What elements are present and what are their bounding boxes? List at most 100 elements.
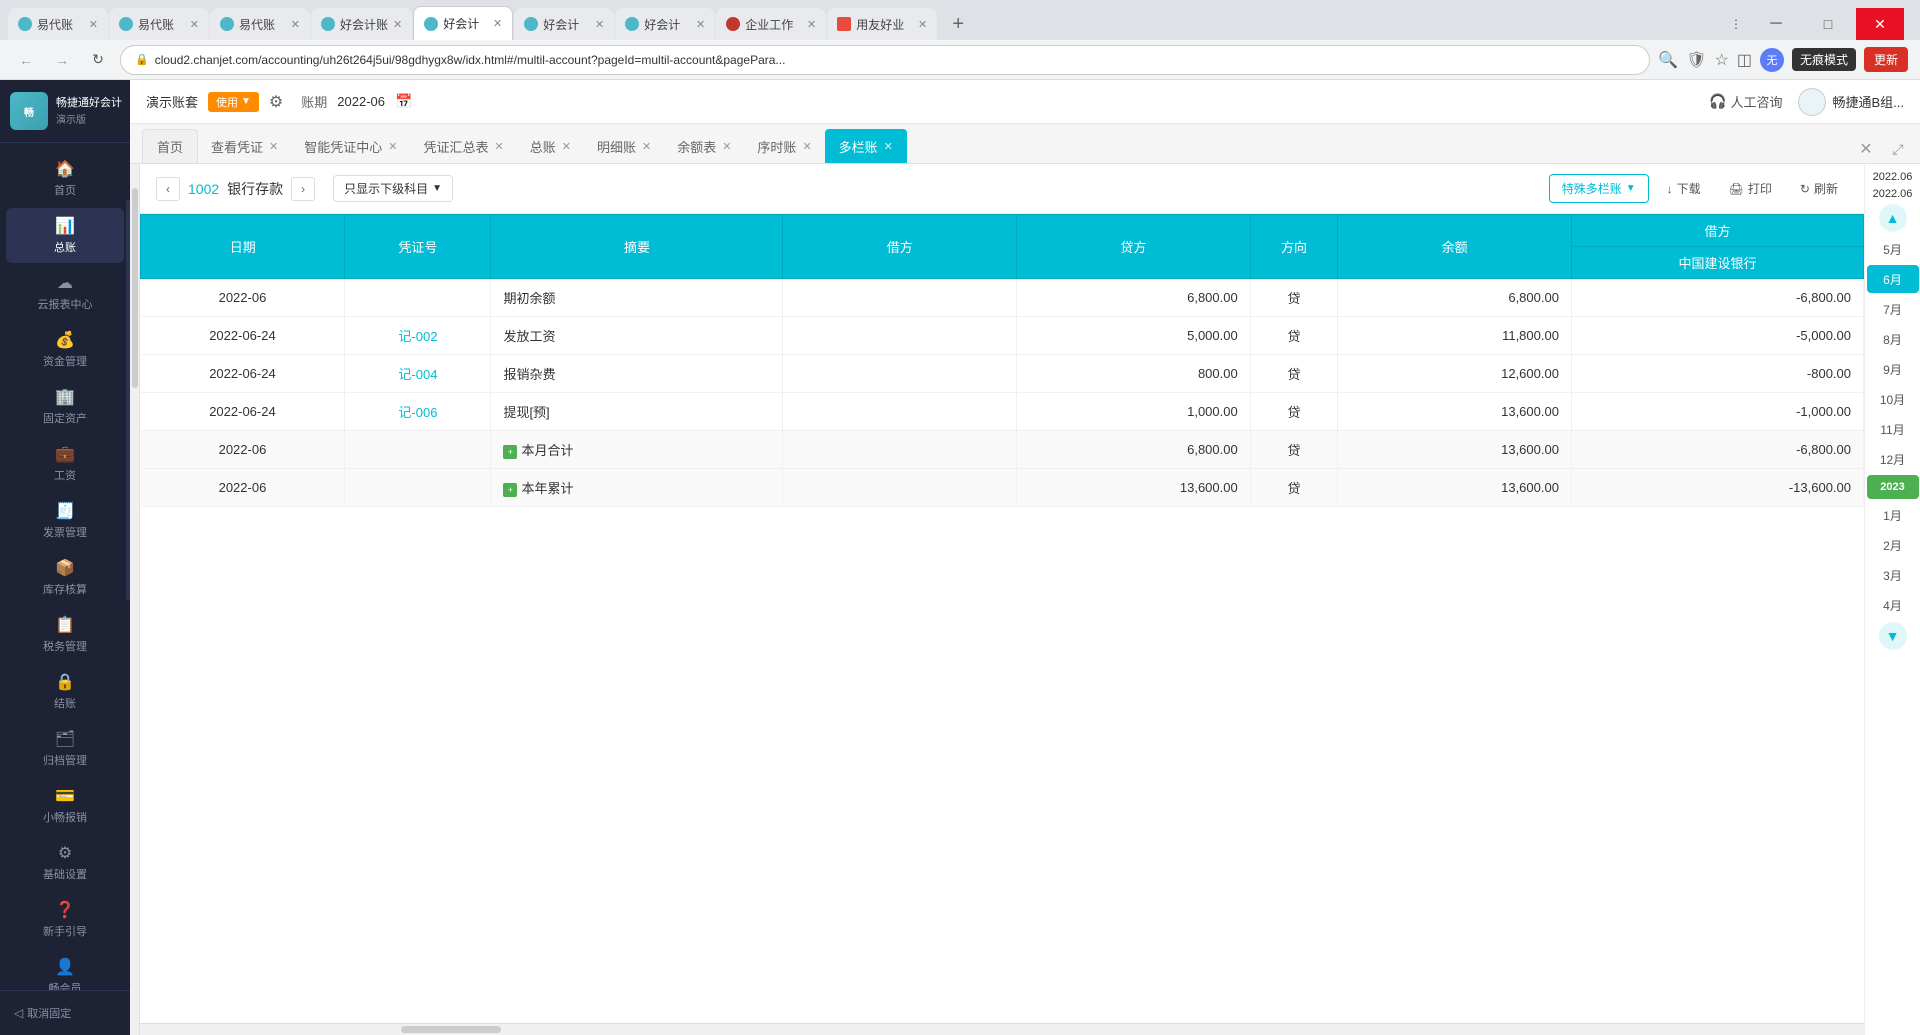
multi-col-button[interactable]: 特殊多栏账 ▼ [1549,174,1649,203]
tab-close-1[interactable]: ✕ [89,18,98,31]
sidebar-item-assets[interactable]: 🏢 固定资产 [6,379,124,434]
star-icon[interactable]: ☆ [1715,50,1729,70]
browser-tab-5[interactable]: 好会计 ✕ [413,6,513,40]
tab-close-4[interactable]: ✕ [393,18,402,31]
sidebar-item-close[interactable]: 🔒 结账 [6,664,124,719]
browser-tab-2[interactable]: 易代账 ✕ [109,8,209,40]
cell-voucher-2[interactable]: 记-004 [345,355,491,393]
sidebar-item-settings[interactable]: ⚙ 基础设置 [6,835,124,890]
tab-detail-ledger[interactable]: 明细账 ✕ [584,129,664,163]
month-nav-item-2023-1[interactable]: 1月 [1867,501,1919,529]
browser-tab-3[interactable]: 易代账 ✕ [210,8,310,40]
sidebar-item-expense[interactable]: 💳 小畅报销 [6,778,124,833]
horizontal-scrollbar[interactable] [140,1023,1864,1035]
tab-close-2[interactable]: ✕ [190,18,199,31]
tab-close-7[interactable]: ✕ [696,18,705,31]
tab-list-button[interactable]: ⋮ [1724,12,1748,36]
print-button[interactable]: 🖨 打印 [1719,175,1782,202]
sidebar-toggle-icon[interactable]: ◫ [1737,50,1752,70]
tab-home[interactable]: 首页 [142,129,198,163]
back-button[interactable]: ← [12,46,40,74]
browser-tab-7[interactable]: 好会计 ✕ [615,8,715,40]
month-nav-item-6[interactable]: 6月 [1867,265,1919,293]
month-nav-item-12[interactable]: 12月 [1867,445,1919,473]
sidebar-item-salary[interactable]: 💼 工资 [6,436,124,491]
filter-dropdown[interactable]: 只显示下级科目 ▼ [333,175,453,202]
search-icon[interactable]: 🔍 [1658,50,1678,70]
month-nav-item-2023-4[interactable]: 4月 [1867,591,1919,619]
month-nav-item-7[interactable]: 7月 [1867,295,1919,323]
month-nav-item-5[interactable]: 5月 [1867,235,1919,263]
tab-close-balance-sheet[interactable]: ✕ [722,140,731,153]
tab-close-view-voucher[interactable]: ✕ [269,140,278,153]
tab-journal[interactable]: 序时账 ✕ [744,129,824,163]
refresh-button[interactable]: ↻ [84,46,112,74]
sidebar-item-member[interactable]: 👤 畅会员 [6,949,124,990]
sidebar-item-reports[interactable]: ☁ 云报表中心 [6,265,124,320]
unfix-button[interactable]: ◁ 取消固定 [8,999,122,1027]
year-2023-badge[interactable]: 2023 [1867,475,1919,499]
update-button[interactable]: 更新 [1864,47,1908,72]
new-tab-button[interactable]: + [942,8,974,40]
sidebar-item-invoice[interactable]: 🧾 发票管理 [6,493,124,548]
tab-close-8[interactable]: ✕ [807,18,816,31]
tab-area-resize-icon[interactable]: ⤢ [1884,135,1912,163]
tab-close-general-ledger[interactable]: ✕ [562,140,571,153]
sidebar-item-tax[interactable]: 📋 税务管理 [6,607,124,662]
tab-general-ledger[interactable]: 总账 ✕ [517,129,584,163]
sidebar-item-inventory[interactable]: 📦 库存核算 [6,550,124,605]
url-input[interactable]: 🔒 cloud2.chanjet.com/accounting/uh26t264… [120,45,1650,75]
tab-area-close-icon[interactable]: ✕ [1852,135,1880,163]
tab-close-6[interactable]: ✕ [595,18,604,31]
tab-close-voucher-summary[interactable]: ✕ [495,140,504,153]
tab-close-9[interactable]: ✕ [918,18,927,31]
tab-close-3[interactable]: ✕ [291,18,300,31]
tab-close-5[interactable]: ✕ [493,17,502,30]
consult-button[interactable]: 🎧 人工咨询 [1709,92,1782,111]
tab-smart-voucher[interactable]: 智能凭证中心 ✕ [291,129,410,163]
tab-voucher-summary[interactable]: 凭证汇总表 ✕ [410,129,516,163]
month-nav-item-9[interactable]: 9月 [1867,355,1919,383]
month-nav-item-2023-2[interactable]: 2月 [1867,531,1919,559]
browser-tab-9[interactable]: 用友好业 ✕ [827,8,937,40]
download-button[interactable]: ↓ 下载 [1657,175,1711,202]
maximize-button[interactable]: □ [1804,8,1852,40]
close-window-button[interactable]: ✕ [1856,8,1904,40]
browser-tab-4[interactable]: 好会计账 ✕ [311,8,412,40]
no-trace-button[interactable]: 无痕模式 [1792,48,1856,71]
sidebar-item-home[interactable]: 🏠 首页 [6,151,124,206]
top-settings-icon[interactable]: ⚙ [269,92,283,112]
profile-icon[interactable]: 无 [1760,48,1784,72]
tab-view-voucher[interactable]: 查看凭证 ✕ [198,129,291,163]
demo-badge[interactable]: 使用 ▼ [208,92,259,112]
scroll-up-button[interactable]: ▲ [1879,204,1907,232]
sidebar-item-guide[interactable]: ❓ 新手引导 [6,892,124,947]
shield-icon[interactable]: 🛡 [1686,50,1706,70]
sidebar-item-archive[interactable]: 🗂 归档管理 [6,721,124,776]
calendar-icon[interactable]: 📅 [395,93,412,110]
cell-voucher-1[interactable]: 记-002 [345,317,491,355]
tab-close-journal[interactable]: ✕ [802,140,811,153]
sidebar-item-funds[interactable]: 💰 资金管理 [6,322,124,377]
sidebar-item-ledger[interactable]: 📊 总账 [6,208,124,263]
left-scrollbar[interactable] [130,164,140,1035]
scroll-down-button[interactable]: ▼ [1879,622,1907,650]
cell-voucher-3[interactable]: 记-006 [345,393,491,431]
browser-tab-1[interactable]: 易代账 ✕ [8,8,108,40]
tab-close-detail-ledger[interactable]: ✕ [642,140,651,153]
browser-tab-8[interactable]: 企业工作 ✕ [716,8,826,40]
month-nav-item-10[interactable]: 10月 [1867,385,1919,413]
tab-balance-sheet[interactable]: 余额表 ✕ [664,129,744,163]
month-nav-item-11[interactable]: 11月 [1867,415,1919,443]
prev-account-button[interactable]: ‹ [156,177,180,201]
refresh-ledger-button[interactable]: ↻ 刷新 [1790,175,1848,202]
user-info[interactable]: 畅捷通B组... [1798,88,1904,116]
next-account-button[interactable]: › [291,177,315,201]
tab-multi-col[interactable]: 多栏账 ✕ [825,129,907,163]
month-nav-item-8[interactable]: 8月 [1867,325,1919,353]
tab-close-multi-col[interactable]: ✕ [884,140,893,153]
minimize-button[interactable]: ─ [1752,8,1800,40]
tab-close-smart-voucher[interactable]: ✕ [388,140,397,153]
forward-button[interactable]: → [48,46,76,74]
month-nav-item-2023-3[interactable]: 3月 [1867,561,1919,589]
